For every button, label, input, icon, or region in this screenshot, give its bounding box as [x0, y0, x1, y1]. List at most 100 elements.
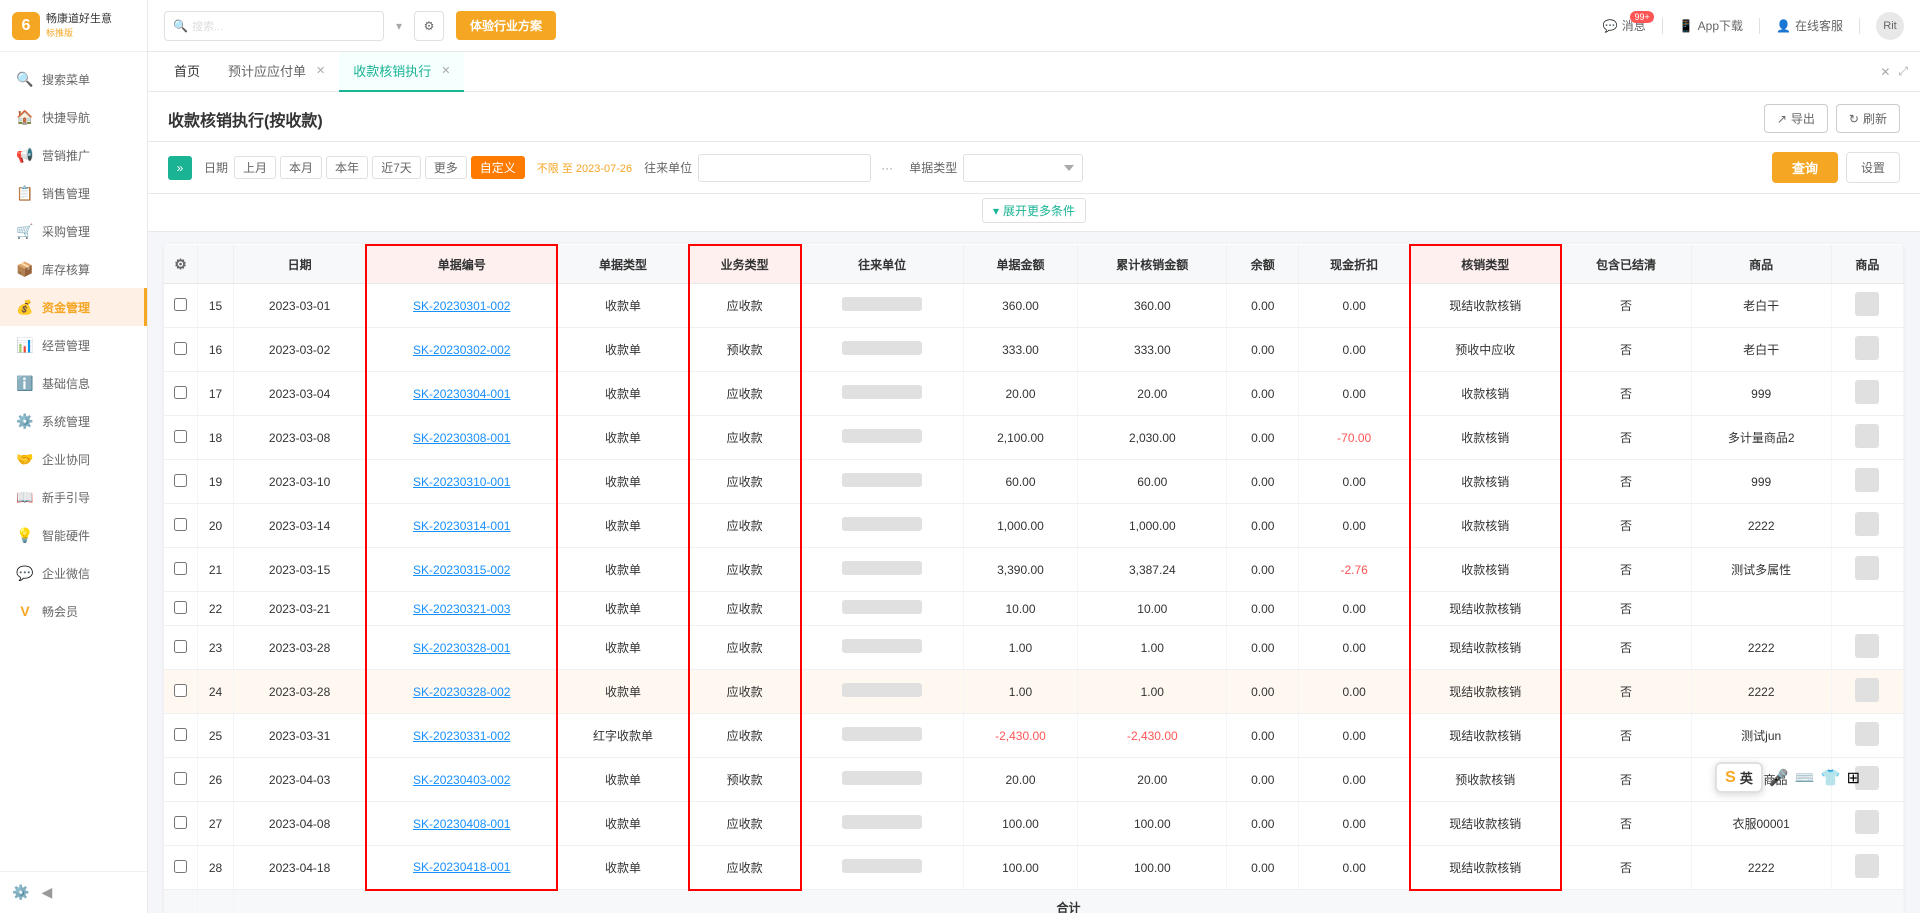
maximize-icon[interactable]: ⤢ — [1898, 64, 1908, 79]
mic-icon[interactable]: 🎤 — [1769, 768, 1789, 788]
expand-conditions-button[interactable]: ▾ 展开更多条件 — [982, 198, 1086, 223]
row-checkbox[interactable] — [164, 802, 198, 846]
th-amount[interactable]: 单据金额 — [963, 245, 1078, 284]
refresh-button[interactable]: ↻ 刷新 — [1836, 104, 1900, 133]
row-checkbox[interactable] — [164, 504, 198, 548]
row-bill-no[interactable]: SK-20230328-002 — [366, 670, 557, 714]
row-bill-no[interactable]: SK-20230328-001 — [366, 626, 557, 670]
date-custom[interactable]: 自定义 — [471, 156, 525, 179]
th-balance[interactable]: 余额 — [1227, 245, 1299, 284]
sidebar-item-inventory[interactable]: 📦 库存核算 — [0, 250, 147, 288]
th-accum-cancel[interactable]: 累计核销金额 — [1078, 245, 1227, 284]
row-checkbox[interactable] — [164, 846, 198, 890]
row-checkbox[interactable] — [164, 328, 198, 372]
export-button[interactable]: ↗ 导出 — [1764, 104, 1828, 133]
bill-no-link[interactable]: SK-20230328-002 — [413, 685, 510, 699]
row-bill-no[interactable]: SK-20230315-002 — [366, 548, 557, 592]
th-goods2[interactable]: 商品 — [1831, 245, 1903, 284]
industry-solution-button[interactable]: 体验行业方案 — [456, 11, 556, 40]
th-bill-no[interactable]: 单据编号 — [366, 245, 557, 284]
row-bill-no[interactable]: SK-20230302-002 — [366, 328, 557, 372]
th-include-settled[interactable]: 包含已结清 — [1561, 245, 1691, 284]
sidebar-item-wechat[interactable]: 💬 企业微信 — [0, 554, 147, 592]
app-download-button[interactable]: 📱 App下载 — [1679, 17, 1743, 34]
tab-prepay-close[interactable]: ✕ — [316, 64, 325, 77]
bill-no-link[interactable]: SK-20230308-001 — [413, 431, 510, 445]
filter-toggle-button[interactable]: » — [168, 156, 192, 180]
tab-home[interactable]: 首页 — [160, 52, 214, 92]
th-cancel-type[interactable]: 核销类型 — [1410, 245, 1560, 284]
gear-column-icon[interactable]: ⚙ — [174, 256, 187, 272]
bill-no-link[interactable]: SK-20230331-002 — [413, 729, 510, 743]
date-this-month[interactable]: 本月 — [280, 156, 322, 179]
message-button[interactable]: 💬 消息 99+ — [1603, 17, 1646, 34]
row-checkbox[interactable] — [164, 758, 198, 802]
row-checkbox[interactable] — [164, 372, 198, 416]
bill-no-link[interactable]: SK-20230403-002 — [413, 773, 510, 787]
th-cash-discount[interactable]: 现金折扣 — [1299, 245, 1410, 284]
sidebar-item-purchase[interactable]: 🛒 采购管理 — [0, 212, 147, 250]
row-bill-no[interactable]: SK-20230321-003 — [366, 592, 557, 626]
tab-reconcile-close[interactable]: ✕ — [441, 64, 450, 77]
row-bill-no[interactable]: SK-20230331-002 — [366, 714, 557, 758]
row-checkbox[interactable] — [164, 416, 198, 460]
sidebar-item-corp[interactable]: 🤝 企业协同 — [0, 440, 147, 478]
sidebar-item-system[interactable]: ⚙️ 系统管理 — [0, 402, 147, 440]
topbar-search-box[interactable]: 🔍 搜索... — [164, 11, 384, 41]
topbar-gear-button[interactable]: ⚙ — [414, 11, 444, 41]
shirt-icon[interactable]: 👕 — [1821, 768, 1841, 788]
sidebar-item-quicknav[interactable]: 🏠 快捷导航 — [0, 98, 147, 136]
sidebar-item-sales[interactable]: 📋 销售管理 — [0, 174, 147, 212]
th-partner[interactable]: 往来单位 — [801, 245, 963, 284]
grid-icon[interactable]: ⊞ — [1847, 768, 1860, 788]
row-checkbox[interactable] — [164, 714, 198, 758]
bill-no-link[interactable]: SK-20230304-001 — [413, 387, 510, 401]
sidebar-item-vip[interactable]: V 畅会员 — [0, 592, 147, 630]
bill-no-link[interactable]: SK-20230310-001 — [413, 475, 510, 489]
keyboard-icon[interactable]: ⌨️ — [1795, 768, 1815, 788]
bill-no-link[interactable]: SK-20230418-001 — [413, 860, 510, 874]
date-last-7-days[interactable]: 近7天 — [372, 156, 421, 179]
bill-type-select[interactable] — [963, 154, 1083, 182]
sidebar-item-marketing[interactable]: 📢 营销推广 — [0, 136, 147, 174]
th-gear[interactable]: ⚙ — [164, 245, 198, 284]
row-checkbox[interactable] — [164, 670, 198, 714]
bill-no-link[interactable]: SK-20230408-001 — [413, 817, 510, 831]
th-biz-type[interactable]: 业务类型 — [689, 245, 801, 284]
sidebar-item-hardware[interactable]: 💡 智能硬件 — [0, 516, 147, 554]
tab-reconcile[interactable]: 收款核销执行 ✕ — [339, 52, 464, 92]
row-bill-no[interactable]: SK-20230301-002 — [366, 284, 557, 328]
collapse-icon[interactable]: ◀ — [41, 884, 52, 901]
row-bill-no[interactable]: SK-20230308-001 — [366, 416, 557, 460]
bill-no-link[interactable]: SK-20230302-002 — [413, 343, 510, 357]
sidebar-item-finance[interactable]: 💰 资金管理 — [0, 288, 147, 326]
settings-bottom-icon[interactable]: ⚙️ — [12, 884, 29, 901]
bill-no-link[interactable]: SK-20230315-002 — [413, 563, 510, 577]
row-bill-no[interactable]: SK-20230408-001 — [366, 802, 557, 846]
online-service-button[interactable]: 👤 在线客服 — [1776, 17, 1843, 34]
setting-button[interactable]: 设置 — [1846, 152, 1900, 183]
query-button[interactable]: 查询 — [1772, 152, 1838, 183]
th-bill-type[interactable]: 单据类型 — [557, 245, 688, 284]
row-checkbox[interactable] — [164, 592, 198, 626]
sidebar-item-basic[interactable]: ℹ️ 基础信息 — [0, 364, 147, 402]
user-avatar[interactable]: Rit — [1876, 12, 1904, 40]
date-more[interactable]: 更多 — [425, 156, 467, 179]
tab-prepay[interactable]: 预计应应付单 ✕ — [214, 52, 339, 92]
close-all-icon[interactable]: ✕ — [1880, 65, 1890, 79]
row-checkbox[interactable] — [164, 548, 198, 592]
bill-no-link[interactable]: SK-20230301-002 — [413, 299, 510, 313]
sidebar-item-guide[interactable]: 📖 新手引导 — [0, 478, 147, 516]
row-checkbox[interactable] — [164, 460, 198, 504]
date-last-month[interactable]: 上月 — [234, 156, 276, 179]
date-this-year[interactable]: 本年 — [326, 156, 368, 179]
th-goods[interactable]: 商品 — [1691, 245, 1831, 284]
row-bill-no[interactable]: SK-20230418-001 — [366, 846, 557, 890]
sidebar-item-search[interactable]: 🔍 搜索菜单 — [0, 60, 147, 98]
th-date[interactable]: 日期 — [234, 245, 367, 284]
row-bill-no[interactable]: SK-20230403-002 — [366, 758, 557, 802]
bill-no-link[interactable]: SK-20230328-001 — [413, 641, 510, 655]
row-checkbox[interactable] — [164, 284, 198, 328]
bill-no-link[interactable]: SK-20230321-003 — [413, 602, 510, 616]
row-bill-no[interactable]: SK-20230304-001 — [366, 372, 557, 416]
